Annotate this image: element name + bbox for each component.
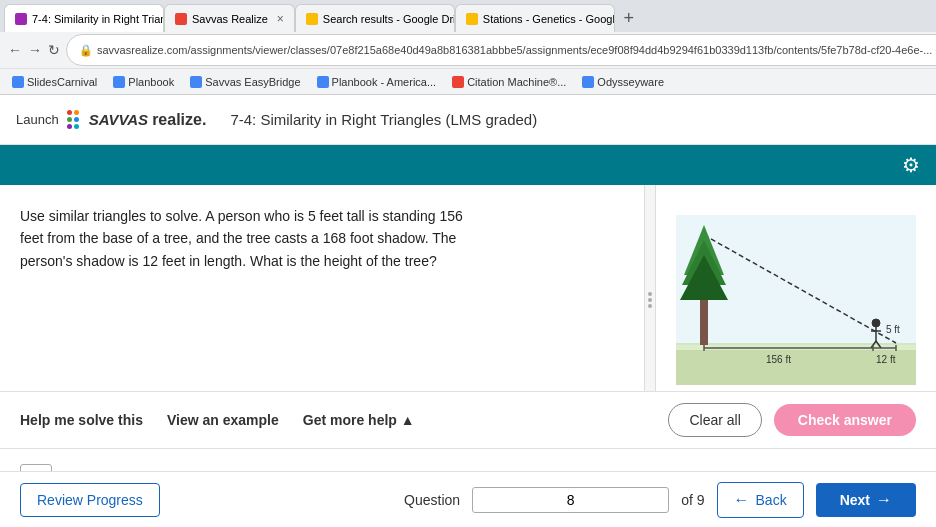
bottom-nav: Review Progress Question of 9 ← Back Nex… xyxy=(0,471,936,527)
svg-text:156 ft: 156 ft xyxy=(766,354,791,365)
bookmark-citation[interactable]: Citation Machine®... xyxy=(448,74,570,90)
help-bar: Help me solve this View an example Get m… xyxy=(0,391,936,449)
launch-label: Launch xyxy=(16,112,59,127)
logo-dots xyxy=(67,110,85,129)
next-button[interactable]: Next → xyxy=(816,483,916,517)
bookmark-icon-planbook-america xyxy=(317,76,329,88)
nav-right: Question of 9 ← Back Next → xyxy=(404,482,916,518)
tab-bar: 7-4: Similarity in Right Triangles × Sav… xyxy=(0,0,936,32)
bookmark-easybridge[interactable]: Savvas EasyBridge xyxy=(186,74,304,90)
back-nav-button[interactable]: ← xyxy=(8,38,22,62)
bookmark-label-planbook-america: Planbook - America... xyxy=(332,76,437,88)
bookmark-planbook-america[interactable]: Planbook - America... xyxy=(313,74,441,90)
help-me-solve-link[interactable]: Help me solve this xyxy=(20,412,143,428)
bookmark-label-odysseyware: Odysseyware xyxy=(597,76,664,88)
bookmark-icon-planbook xyxy=(113,76,125,88)
check-answer-button[interactable]: Check answer xyxy=(774,404,916,436)
tab-stations[interactable]: Stations - Genetics - Google Sli... × xyxy=(455,4,615,32)
bookmark-label-easybridge: Savvas EasyBridge xyxy=(205,76,300,88)
svg-rect-4 xyxy=(700,295,708,345)
back-label: Back xyxy=(756,492,787,508)
svg-text:5 ft: 5 ft xyxy=(886,324,900,335)
bookmark-icon-citation xyxy=(452,76,464,88)
get-more-help-link[interactable]: Get more help ▲ xyxy=(303,412,415,428)
reload-button[interactable]: ↻ xyxy=(48,38,60,62)
next-label: Next xyxy=(840,492,870,508)
next-arrow-icon: → xyxy=(876,491,892,509)
savvas-text: SAVVAS xyxy=(89,111,148,128)
of-total-label: of 9 xyxy=(681,492,704,508)
question-number-input[interactable] xyxy=(472,487,669,513)
url-text: savvasrealize.com/assignments/viewer/cla… xyxy=(97,44,932,56)
teal-banner: ⚙ xyxy=(0,145,936,185)
help-links: Help me solve this View an example Get m… xyxy=(20,412,668,428)
help-actions: Clear all Check answer xyxy=(668,403,916,437)
logo-area: Launch SAVVAS realize. xyxy=(16,110,206,129)
review-progress-button[interactable]: Review Progress xyxy=(20,483,160,517)
tab-label-drive: Search results - Google Drive xyxy=(323,13,455,25)
tab-close-savvas[interactable]: × xyxy=(273,12,284,26)
clear-all-button[interactable]: Clear all xyxy=(668,403,761,437)
main-content: Use similar triangles to solve. A person… xyxy=(0,185,936,415)
app-header: Launch SAVVAS realize. 7-4: Similarity i… xyxy=(0,95,936,145)
back-button[interactable]: ← Back xyxy=(717,482,804,518)
new-tab-button[interactable]: + xyxy=(615,4,643,32)
diagram-area: 5 ft 156 ft 12 ft xyxy=(656,185,936,414)
gear-icon[interactable]: ⚙ xyxy=(902,153,920,177)
divider-dots xyxy=(648,292,652,308)
tab-drive[interactable]: Search results - Google Drive × xyxy=(295,4,455,32)
svg-point-8 xyxy=(872,319,880,327)
bookmark-label-citation: Citation Machine®... xyxy=(467,76,566,88)
address-bar: ← → ↻ 🔒 savvasrealize.com/assignments/vi… xyxy=(0,32,936,68)
tab-label-stations: Stations - Genetics - Google Sli... xyxy=(483,13,615,25)
page-title: 7-4: Similarity in Right Triangles (LMS … xyxy=(230,111,537,128)
forward-nav-button[interactable]: → xyxy=(28,38,42,62)
tree-diagram-svg: 5 ft 156 ft 12 ft xyxy=(676,215,916,385)
bookmark-icon-easybridge xyxy=(190,76,202,88)
back-arrow-icon: ← xyxy=(734,491,750,509)
divider-handle[interactable] xyxy=(644,185,656,414)
savvas-logo: SAVVAS realize. xyxy=(67,110,207,129)
tab-savvas[interactable]: Savvas Realize × xyxy=(164,4,295,32)
bookmark-icon-slidescarnival xyxy=(12,76,24,88)
tab-favicon-drive xyxy=(306,13,318,25)
tab-favicon-savvas xyxy=(175,13,187,25)
question-text: Use similar triangles to solve. A person… xyxy=(20,205,480,272)
bookmark-label-slidescarnival: SlidesCarnival xyxy=(27,76,97,88)
bookmarks-bar: SlidesCarnival Planbook Savvas EasyBridg… xyxy=(0,68,936,94)
bookmark-planbook[interactable]: Planbook xyxy=(109,74,178,90)
realize-text: realize. xyxy=(152,111,206,129)
bookmark-odysseyware[interactable]: Odysseyware xyxy=(578,74,668,90)
question-label: Question xyxy=(404,492,460,508)
tab-favicon-similarity xyxy=(15,13,27,25)
question-area: Use similar triangles to solve. A person… xyxy=(0,185,644,414)
bookmark-icon-odysseyware xyxy=(582,76,594,88)
view-example-link[interactable]: View an example xyxy=(167,412,279,428)
svg-text:12 ft: 12 ft xyxy=(876,354,896,365)
tab-favicon-stations xyxy=(466,13,478,25)
tab-label-similarity: 7-4: Similarity in Right Triangles xyxy=(32,13,164,25)
url-bar[interactable]: 🔒 savvasrealize.com/assignments/viewer/c… xyxy=(66,34,936,66)
tab-label-savvas: Savvas Realize xyxy=(192,13,268,25)
bookmark-slidescarnival[interactable]: SlidesCarnival xyxy=(8,74,101,90)
bookmark-label-planbook: Planbook xyxy=(128,76,174,88)
tab-similarity[interactable]: 7-4: Similarity in Right Triangles × xyxy=(4,4,164,32)
